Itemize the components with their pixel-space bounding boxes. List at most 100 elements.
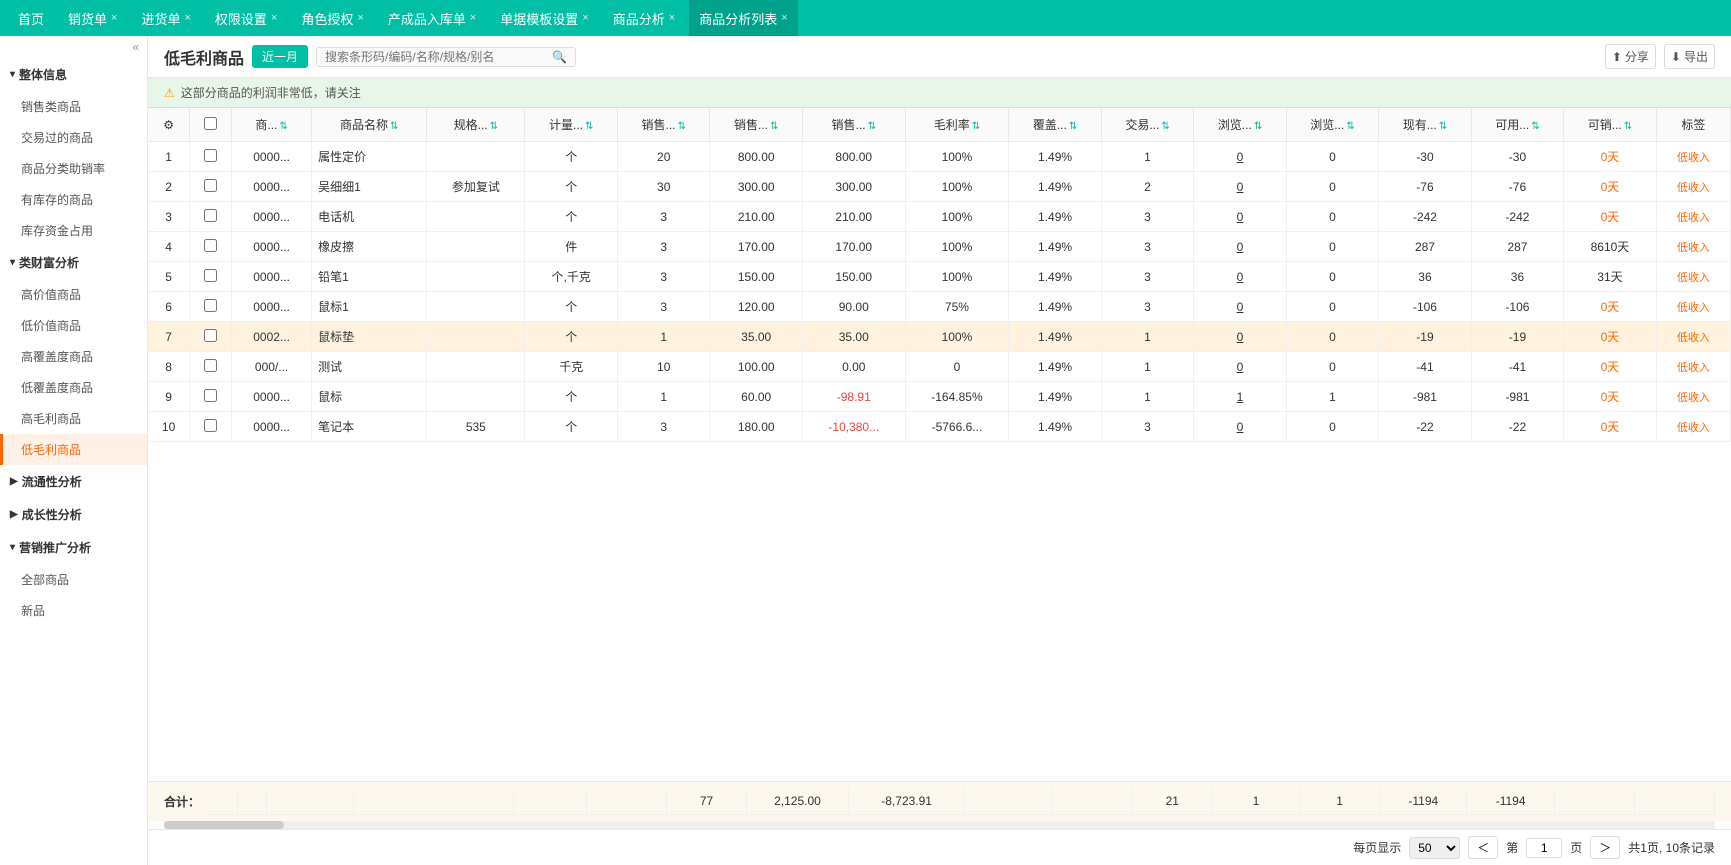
scroll-bar[interactable] xyxy=(164,821,1715,829)
table-wrapper[interactable]: ⚙ 商...⇅ 商品名称⇅ 规格...⇅ 计量...⇅ 销售...⇅ 销售...… xyxy=(148,108,1731,781)
row-select[interactable] xyxy=(204,269,217,282)
sidebar-item-new-goods[interactable]: 新品 xyxy=(0,595,147,626)
row-select[interactable] xyxy=(204,299,217,312)
col-checkbox[interactable] xyxy=(190,108,232,142)
col-view2[interactable]: 浏览...⇅ xyxy=(1286,108,1378,142)
col-gross-margin[interactable]: 毛利率⇅ xyxy=(905,108,1009,142)
sidebar-item-high-margin[interactable]: 高毛利商品 xyxy=(0,403,147,434)
row-select[interactable] xyxy=(204,209,217,222)
row-checkbox[interactable] xyxy=(190,412,232,442)
scroll-thumb[interactable] xyxy=(164,821,284,829)
row-view1[interactable]: 1 xyxy=(1194,382,1286,412)
sidebar-item-sales-goods[interactable]: 销售类商品 xyxy=(0,91,147,122)
close-icon[interactable]: × xyxy=(271,12,277,24)
col-sellable[interactable]: 可销...⇅ xyxy=(1564,108,1656,142)
col-sales-profit[interactable]: 销售...⇅ xyxy=(802,108,905,142)
search-input[interactable] xyxy=(325,50,552,64)
sidebar-item-high-value[interactable]: 高价值商品 xyxy=(0,279,147,310)
export-button[interactable]: ⬇ 导出 xyxy=(1664,44,1715,69)
row-checkbox[interactable] xyxy=(190,202,232,232)
next-page-btn[interactable]: ＞ xyxy=(1590,836,1620,859)
col-spec[interactable]: 规格...⇅ xyxy=(427,108,525,142)
row-select[interactable] xyxy=(204,359,217,372)
row-checkbox[interactable] xyxy=(190,322,232,352)
row-select[interactable] xyxy=(204,329,217,342)
close-icon[interactable]: × xyxy=(669,12,675,24)
close-icon[interactable]: × xyxy=(357,12,363,24)
nav-permissions[interactable]: 权限设置 × xyxy=(205,0,287,36)
page-input[interactable] xyxy=(1526,838,1562,858)
sidebar-group-marketing[interactable]: ▾ 营销推广分析 xyxy=(0,531,147,564)
nav-analysis[interactable]: 商品分析 × xyxy=(603,0,685,36)
row-checkbox[interactable] xyxy=(190,352,232,382)
close-icon[interactable]: × xyxy=(184,12,190,24)
row-checkbox[interactable] xyxy=(190,292,232,322)
sidebar-item-all-goods[interactable]: 全部商品 xyxy=(0,564,147,595)
sidebar-item-low-coverage[interactable]: 低覆盖度商品 xyxy=(0,372,147,403)
sidebar-item-in-stock[interactable]: 有库存的商品 xyxy=(0,184,147,215)
sidebar-item-high-coverage[interactable]: 高覆盖度商品 xyxy=(0,341,147,372)
per-page-select[interactable]: 50 100 200 xyxy=(1409,837,1460,859)
row-view1[interactable]: 0 xyxy=(1194,292,1286,322)
col-trans[interactable]: 交易...⇅ xyxy=(1101,108,1193,142)
nav-analysis-list[interactable]: 商品分析列表 × xyxy=(689,0,797,36)
nav-templates[interactable]: 单据模板设置 × xyxy=(490,0,598,36)
row-unit: 个,千克 xyxy=(525,262,617,292)
row-select[interactable] xyxy=(204,149,217,162)
select-all-checkbox[interactable] xyxy=(204,117,217,130)
sidebar-group-wealth[interactable]: ▾ 类财富分析 xyxy=(0,246,147,279)
row-view1[interactable]: 0 xyxy=(1194,412,1286,442)
col-unit[interactable]: 计量...⇅ xyxy=(525,108,617,142)
row-checkbox[interactable] xyxy=(190,382,232,412)
col-current[interactable]: 现有...⇅ xyxy=(1379,108,1471,142)
filter-btn[interactable]: 近一月 xyxy=(252,45,308,68)
col-view1[interactable]: 浏览...⇅ xyxy=(1194,108,1286,142)
row-select[interactable] xyxy=(204,179,217,192)
row-select[interactable] xyxy=(204,419,217,432)
row-checkbox[interactable] xyxy=(190,142,232,172)
prev-page-btn[interactable]: ＜ xyxy=(1468,836,1498,859)
col-name[interactable]: 商品名称⇅ xyxy=(312,108,427,142)
nav-sales[interactable]: 销货单 × xyxy=(58,0,127,36)
close-icon[interactable]: × xyxy=(781,12,787,24)
footer-current: -1194 xyxy=(1380,788,1467,815)
nav-home[interactable]: 首页 xyxy=(8,0,54,36)
row-select[interactable] xyxy=(204,239,217,252)
sidebar-item-category-rate[interactable]: 商品分类助销率 xyxy=(0,153,147,184)
sidebar-collapse-btn[interactable]: « xyxy=(0,36,147,58)
row-select[interactable] xyxy=(204,389,217,402)
row-view1[interactable]: 0 xyxy=(1194,322,1286,352)
share-button[interactable]: ⬆ 分享 xyxy=(1605,44,1656,69)
row-checkbox[interactable] xyxy=(190,262,232,292)
sidebar-item-stock-capital[interactable]: 库存资金占用 xyxy=(0,215,147,246)
row-view1[interactable]: 0 xyxy=(1194,142,1286,172)
sidebar-item-low-margin[interactable]: 低毛利商品 xyxy=(0,434,147,465)
sidebar-group-overview[interactable]: ▾ 整体信息 xyxy=(0,58,147,91)
sidebar-group-flow[interactable]: ▶ 流通性分析 xyxy=(0,465,147,498)
search-icon[interactable]: 🔍 xyxy=(552,50,567,64)
sidebar-item-traded-goods[interactable]: 交易过的商品 xyxy=(0,122,147,153)
col-code[interactable]: 商...⇅ xyxy=(232,108,312,142)
row-view1[interactable]: 0 xyxy=(1194,262,1286,292)
close-icon[interactable]: × xyxy=(111,12,117,24)
row-checkbox[interactable] xyxy=(190,172,232,202)
close-icon[interactable]: × xyxy=(582,12,588,24)
col-settings[interactable]: ⚙ xyxy=(148,108,190,142)
row-name: 橡皮擦 xyxy=(312,232,427,262)
row-view1[interactable]: 0 xyxy=(1194,172,1286,202)
sidebar-item-low-value[interactable]: 低价值商品 xyxy=(0,310,147,341)
row-no: 10 xyxy=(148,412,190,442)
sidebar-group-growth[interactable]: ▶ 成长性分析 xyxy=(0,498,147,531)
row-view1[interactable]: 0 xyxy=(1194,352,1286,382)
row-view1[interactable]: 0 xyxy=(1194,202,1286,232)
nav-roles[interactable]: 角色授权 × xyxy=(291,0,373,36)
col-sales-qty[interactable]: 销售...⇅ xyxy=(617,108,709,142)
col-sales-price[interactable]: 销售...⇅ xyxy=(710,108,802,142)
nav-products[interactable]: 产成品入库单 × xyxy=(378,0,486,36)
nav-purchase[interactable]: 进货单 × xyxy=(131,0,200,36)
close-icon[interactable]: × xyxy=(470,12,476,24)
col-available[interactable]: 可用...⇅ xyxy=(1471,108,1563,142)
row-checkbox[interactable] xyxy=(190,232,232,262)
row-view1[interactable]: 0 xyxy=(1194,232,1286,262)
col-coverage[interactable]: 覆盖...⇅ xyxy=(1009,108,1101,142)
